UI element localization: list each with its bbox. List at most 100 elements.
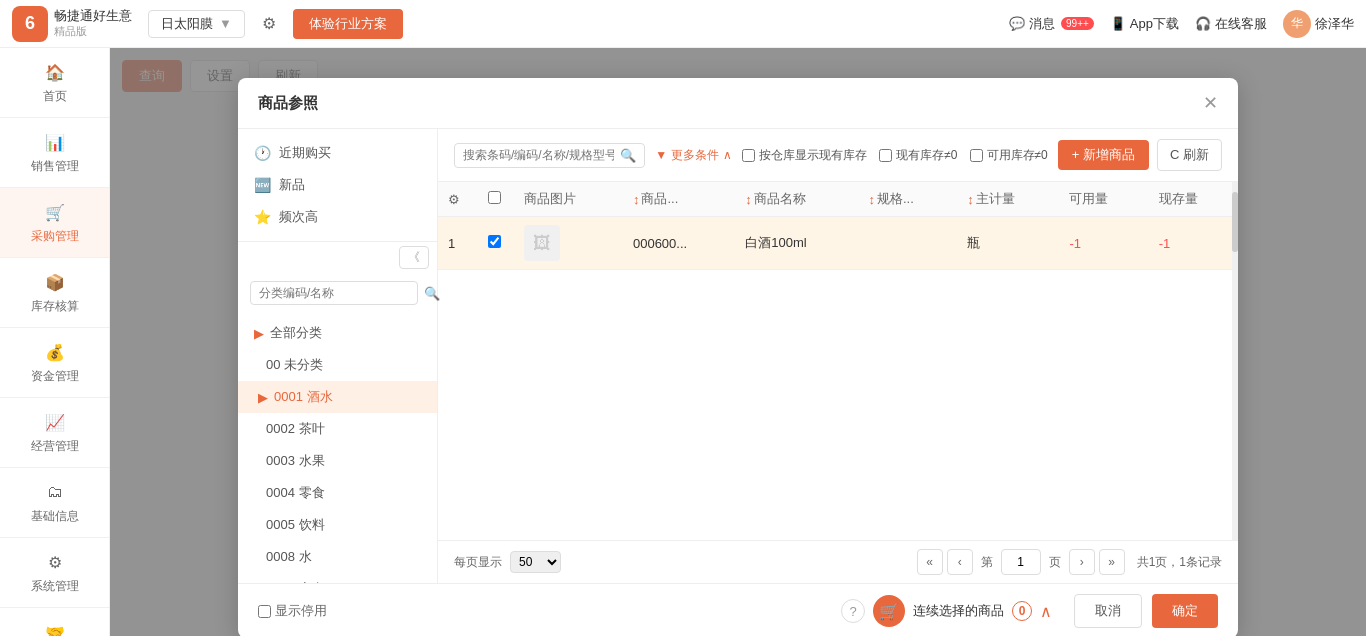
prev-page-button[interactable]: ‹ [947, 549, 973, 575]
purchase-icon: 🛒 [43, 200, 67, 224]
available-checkbox[interactable] [970, 149, 983, 162]
app-download-item[interactable]: 📱 App下载 [1110, 15, 1179, 33]
sidebar-item-sales[interactable]: 📊 销售管理 [0, 118, 109, 188]
page-input[interactable] [1001, 549, 1041, 575]
message-item[interactable]: 💬 消息 99++ [1009, 15, 1094, 33]
search-bar: 🔍 ▼ 更多条件 ∧ 按仓库显示现有库存 [438, 129, 1238, 182]
col-settings[interactable]: ⚙ [438, 182, 478, 217]
checkbox-stock[interactable]: 现有库存≠0 [879, 147, 957, 164]
modal-overlay: 商品参照 ✕ 🕐 近期购买 🆕 [110, 48, 1366, 636]
product-thumbnail: 🖼 [524, 225, 560, 261]
category-all[interactable]: ▶ 全部分类 [238, 317, 437, 349]
row-checkbox[interactable] [478, 217, 514, 270]
logo-icon: 6 [12, 6, 48, 42]
filter-button[interactable]: ▼ 更多条件 ∧ [655, 147, 732, 164]
category-search-input[interactable] [250, 281, 418, 305]
sidebar-label-system: 系统管理 [31, 578, 79, 595]
category-0005[interactable]: 0005 饮料 [238, 509, 437, 541]
col-name[interactable]: ↕ 商品名称 [735, 182, 858, 217]
expand-0001-icon: ▶ [258, 390, 268, 405]
sidebar-item-enterprise[interactable]: 🤝 企业协同 [0, 608, 109, 636]
row-current: -1 [1149, 217, 1238, 270]
store-selector[interactable]: 日太阳膜 ▼ [148, 10, 245, 38]
page-size-select[interactable]: 10 20 50 100 [510, 551, 561, 573]
available-label: 可用库存≠0 [987, 147, 1048, 164]
table-scrollbar[interactable] [1232, 182, 1238, 540]
sidebar-item-home[interactable]: 🏠 首页 [0, 48, 109, 118]
checkbox-warehouse[interactable]: 按仓库显示现有库存 [742, 147, 867, 164]
main-layout: 🏠 首页 📊 销售管理 🛒 采购管理 📦 库存核算 💰 资金管理 📈 经营管理 … [0, 48, 1366, 636]
settings-icon[interactable]: ⚙ [253, 8, 285, 40]
product-search-input[interactable] [463, 148, 614, 162]
sidebar-label-inventory: 库存核算 [31, 298, 79, 315]
sidebar-item-system[interactable]: ⚙ 系统管理 [0, 538, 109, 608]
panel-collapse-button[interactable]: 《 [399, 246, 429, 269]
col-code[interactable]: ↕ 商品... [623, 182, 735, 217]
refresh-modal-button[interactable]: C 刷新 [1157, 139, 1222, 171]
select-all-checkbox[interactable] [488, 191, 501, 204]
first-page-button[interactable]: « [917, 549, 943, 575]
action-btns: + 新增商品 C 刷新 [1058, 139, 1222, 171]
category-0001[interactable]: ▶ 0001 酒水 [238, 381, 437, 413]
product-search-icon[interactable]: 🔍 [620, 148, 636, 163]
collapse-cart-button[interactable]: ∧ [1040, 602, 1052, 621]
category-0004-label: 0004 零食 [266, 484, 325, 502]
sidebar-item-inventory[interactable]: 📦 库存核算 [0, 258, 109, 328]
confirm-button[interactable]: 确定 [1152, 594, 1218, 628]
col-spec[interactable]: ↕ 规格... [858, 182, 957, 217]
category-0002[interactable]: 0002 茶叶 [238, 413, 437, 445]
display-disabled-checkbox[interactable]: 显示停用 [258, 602, 327, 620]
checkbox-group: 按仓库显示现有库存 现有库存≠0 可用库存≠0 [742, 147, 1048, 164]
left-panel: 🕐 近期购买 🆕 新品 ⭐ 频次高 [238, 129, 438, 583]
online-service-item[interactable]: 🎧 在线客服 [1195, 15, 1267, 33]
last-page-button[interactable]: » [1099, 549, 1125, 575]
category-search: 🔍 [238, 273, 437, 313]
quick-link-recent[interactable]: 🕐 近期购买 [238, 137, 437, 169]
sidebar-item-purchase[interactable]: 🛒 采购管理 [0, 188, 109, 258]
add-product-button[interactable]: + 新增商品 [1058, 140, 1149, 170]
quick-link-new[interactable]: 🆕 新品 [238, 169, 437, 201]
row-name: 白酒100ml [735, 217, 858, 270]
row-code: 000600... [623, 217, 735, 270]
help-icon[interactable]: ? [841, 599, 865, 623]
quick-link-frequent[interactable]: ⭐ 频次高 [238, 201, 437, 233]
sidebar-label-home: 首页 [43, 88, 67, 105]
user-item[interactable]: 华 徐泽华 [1283, 10, 1354, 38]
row-select-checkbox[interactable] [488, 235, 501, 248]
category-0008[interactable]: 0008 水 [238, 541, 437, 573]
sidebar-item-management[interactable]: 📈 经营管理 [0, 398, 109, 468]
category-0003-label: 0003 水果 [266, 452, 325, 470]
modal-title: 商品参照 [258, 94, 318, 113]
edition: 精品版 [54, 24, 132, 39]
modal-close-button[interactable]: ✕ [1203, 92, 1218, 114]
sort-spec-icon: ↕ [868, 192, 875, 207]
category-0003[interactable]: 0003 水果 [238, 445, 437, 477]
row-available: -1 [1059, 217, 1148, 270]
col-unit[interactable]: ↕ 主计量 [957, 182, 1059, 217]
modal-body: 🕐 近期购买 🆕 新品 ⭐ 频次高 [238, 129, 1238, 583]
content-area: 查询 设置 刷新 商品参照 ✕ [110, 48, 1366, 636]
star-icon: ⭐ [254, 209, 271, 225]
col-settings-icon: ⚙ [448, 192, 460, 207]
warehouse-checkbox[interactable] [742, 149, 755, 162]
disabled-checkbox[interactable] [258, 605, 271, 618]
category-0010[interactable]: 0010 家电 [238, 573, 437, 583]
modal-header: 商品参照 ✕ [238, 78, 1238, 129]
cart-area: ? 🛒 连续选择的商品 0 ∧ [841, 595, 1052, 627]
checkbox-available[interactable]: 可用库存≠0 [970, 147, 1048, 164]
message-icon: 💬 [1009, 16, 1025, 31]
next-page-button[interactable]: › [1069, 549, 1095, 575]
sort-name-icon: ↕ [745, 192, 752, 207]
category-00[interactable]: 00 未分类 [238, 349, 437, 381]
stock-checkbox[interactable] [879, 149, 892, 162]
category-tree: ▶ 全部分类 00 未分类 ▶ 0001 酒水 0002 茶 [238, 313, 437, 583]
sidebar-item-basic[interactable]: 🗂 基础信息 [0, 468, 109, 538]
col-available: 可用量 [1059, 182, 1148, 217]
sidebar-item-finance[interactable]: 💰 资金管理 [0, 328, 109, 398]
table-row[interactable]: 1 🖼 000600... 白酒100ml [438, 217, 1238, 270]
col-check[interactable] [478, 182, 514, 217]
category-0004[interactable]: 0004 零食 [238, 477, 437, 509]
trial-button[interactable]: 体验行业方案 [293, 9, 403, 39]
cancel-button[interactable]: 取消 [1074, 594, 1142, 628]
cart-button[interactable]: 🛒 [873, 595, 905, 627]
